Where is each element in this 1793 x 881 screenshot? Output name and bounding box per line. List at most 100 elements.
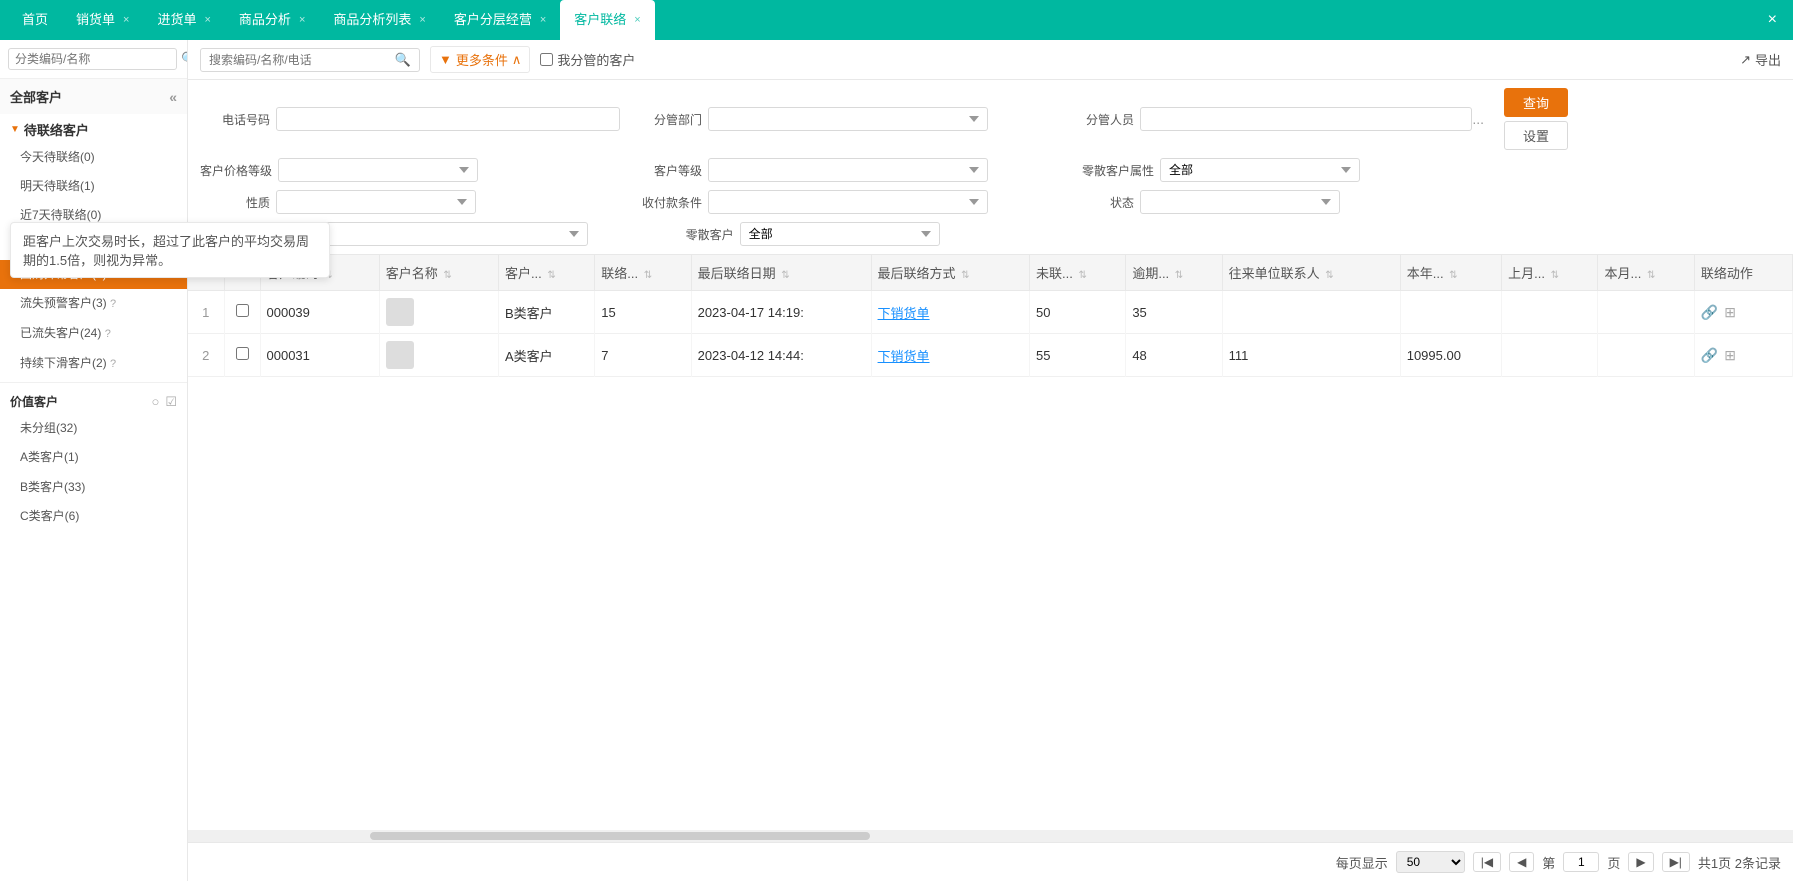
gender-label: 性质 xyxy=(200,194,270,211)
sidebar-search-icon[interactable]: 🔍 xyxy=(181,51,188,67)
window-close-button[interactable]: × xyxy=(1760,11,1785,29)
manager-more-icon[interactable]: ... xyxy=(1472,111,1484,127)
retail-customer-select[interactable]: 全部 xyxy=(740,222,940,246)
page-number-input[interactable] xyxy=(1563,852,1599,872)
td-customer-type: B类客户 xyxy=(498,291,594,334)
filter-icon: ▼ xyxy=(439,52,452,67)
churned-info-icon: ? xyxy=(105,328,111,340)
nav-customer-segment-close[interactable]: × xyxy=(540,0,546,40)
sidebar-item-today[interactable]: 今天待联络(0) xyxy=(0,143,187,172)
retail-attr-select[interactable]: 全部 xyxy=(1160,158,1360,182)
td-last-contact-date: 2023-04-12 14:44: xyxy=(691,334,871,377)
gender-select[interactable] xyxy=(276,190,476,214)
prev-page-btn[interactable]: ◀ xyxy=(1509,852,1534,872)
retail-customer-label: 零散客户 xyxy=(664,226,734,243)
td-contacts xyxy=(1222,291,1400,334)
td-checkbox[interactable] xyxy=(224,334,260,377)
td-checkbox[interactable] xyxy=(224,291,260,334)
settings-button[interactable]: 设置 xyxy=(1504,121,1568,150)
sidebar-item-tomorrow[interactable]: 明天待联络(1) xyxy=(0,172,187,201)
search-input[interactable] xyxy=(209,53,395,67)
payment-label: 收付款条件 xyxy=(632,194,702,211)
table-header-row: ⚙ 客户编码 ⇅ 客户名称 ⇅ 客户... ⇅ 联络... ⇅ 最后联络日期 ⇅… xyxy=(188,255,1793,291)
sidebar-item-a-class[interactable]: A类客户(1) xyxy=(0,443,187,472)
payment-select[interactable] xyxy=(708,190,988,214)
sidebar-search-input[interactable] xyxy=(8,48,177,70)
customer-level-select[interactable] xyxy=(708,158,988,182)
th-last-contact-date: 最后联络日期 ⇅ xyxy=(691,255,871,291)
nav-sales-close[interactable]: × xyxy=(123,0,129,40)
action-link-icon[interactable]: 🔗 xyxy=(1701,304,1718,321)
pending-contact-group: ▼ 待联络客户 xyxy=(0,114,187,143)
th-actions: 联络动作 xyxy=(1694,255,1792,291)
data-table-area: ⚙ 客户编码 ⇅ 客户名称 ⇅ 客户... ⇅ 联络... ⇅ 最后联络日期 ⇅… xyxy=(188,255,1793,830)
nav-product-analysis[interactable]: 商品分析 × xyxy=(225,0,319,40)
all-customers-header[interactable]: 全部客户 « xyxy=(0,79,187,114)
sidebar-collapse-icon[interactable]: « xyxy=(169,89,177,105)
td-current-year: 10995.00 xyxy=(1400,334,1501,377)
more-conditions-btn[interactable]: ▼ 更多条件 ∧ xyxy=(430,46,530,73)
per-page-select[interactable]: 50 100 200 xyxy=(1396,851,1465,873)
nav-product-analysis-close[interactable]: × xyxy=(299,0,305,40)
sidebar-item-churn-warning[interactable]: 流失预警客户(3) ? xyxy=(0,289,187,319)
page-label-prefix: 第 xyxy=(1542,853,1555,872)
nav-product-list[interactable]: 商品分析列表 × xyxy=(319,0,439,40)
dept-select[interactable] xyxy=(708,107,988,131)
sidebar: 🔍 全部客户 « ▼ 待联络客户 今天待联络(0) 明天待联络(1) 近7天待联… xyxy=(0,40,188,881)
action-grid-icon[interactable]: ⊞ xyxy=(1724,347,1736,364)
th-overdue: 逾期... ⇅ xyxy=(1126,255,1222,291)
td-name xyxy=(379,291,498,334)
table-row: 2 000031 A类客户 7 2023-04-12 14:44: 下销货单 5… xyxy=(188,334,1793,377)
sidebar-item-b-class[interactable]: B类客户(33) xyxy=(0,473,187,502)
action-link-icon[interactable]: 🔗 xyxy=(1701,347,1718,364)
action-grid-icon[interactable]: ⊞ xyxy=(1724,304,1736,321)
td-seq: 1 xyxy=(188,291,224,334)
td-last-contact-date: 2023-04-17 14:19: xyxy=(691,291,871,334)
status-select[interactable] xyxy=(1140,190,1340,214)
price-level-select[interactable] xyxy=(278,158,478,182)
first-page-btn[interactable]: |◀ xyxy=(1473,852,1501,872)
th-contact-count: 联络... ⇅ xyxy=(595,255,691,291)
filter-bar: 🔍 ▼ 更多条件 ∧ 我分管的客户 ↗ 导出 xyxy=(188,40,1793,80)
more-conditions-label: 更多条件 xyxy=(456,50,508,69)
manager-input[interactable] xyxy=(1140,107,1472,131)
gender-field: 性质 xyxy=(200,190,620,214)
nav-purchase[interactable]: 进货单 × xyxy=(143,0,224,40)
td-last-contact-method[interactable]: 下销货单 xyxy=(871,291,1029,334)
last-page-btn[interactable]: ▶| xyxy=(1662,852,1690,872)
sidebar-item-churned[interactable]: 已流失客户(24) ? xyxy=(0,319,187,349)
td-un-contact: 55 xyxy=(1030,334,1126,377)
search-input-wrapper: 🔍 xyxy=(200,48,420,72)
next-page-btn[interactable]: ▶ xyxy=(1628,852,1653,872)
search-icon[interactable]: 🔍 xyxy=(395,52,411,68)
nav-customer-contact[interactable]: 客户联络 × xyxy=(560,0,654,40)
customer-table: ⚙ 客户编码 ⇅ 客户名称 ⇅ 客户... ⇅ 联络... ⇅ 最后联络日期 ⇅… xyxy=(188,255,1793,377)
nav-sales[interactable]: 销货单 × xyxy=(62,0,143,40)
customer-type-select[interactable] xyxy=(308,222,588,246)
my-customers-checkbox[interactable] xyxy=(540,53,553,66)
nav-customer-segment[interactable]: 客户分层经营 × xyxy=(440,0,560,40)
td-code: 000031 xyxy=(260,334,379,377)
sidebar-item-ungroup[interactable]: 未分组(32) xyxy=(0,414,187,443)
content-area: 🔍 ▼ 更多条件 ∧ 我分管的客户 ↗ 导出 电话号码 xyxy=(188,40,1793,881)
horizontal-scrollbar[interactable] xyxy=(188,830,1793,842)
query-button[interactable]: 查询 xyxy=(1504,88,1568,117)
value-customer-icon1[interactable]: ○ xyxy=(151,394,159,410)
churn-warning-info-icon: ? xyxy=(110,298,116,310)
td-last-contact-method[interactable]: 下销货单 xyxy=(871,334,1029,377)
nav-purchase-close[interactable]: × xyxy=(204,0,210,40)
scroll-thumb[interactable] xyxy=(370,832,870,840)
export-button[interactable]: ↗ 导出 xyxy=(1740,50,1781,69)
value-customer-icon2[interactable]: ☑ xyxy=(165,394,177,410)
sidebar-item-declining[interactable]: 持续下滑客户(2) ? xyxy=(0,349,187,379)
phone-input[interactable] xyxy=(276,107,620,131)
nav-customer-contact-close[interactable]: × xyxy=(634,0,640,40)
td-current-month xyxy=(1598,291,1694,334)
nav-product-list-close[interactable]: × xyxy=(419,0,425,40)
value-customer-label: 价值客户 xyxy=(10,393,58,410)
nav-home[interactable]: 首页 xyxy=(8,0,62,40)
my-customers-checkbox-wrapper[interactable]: 我分管的客户 xyxy=(540,50,635,69)
tooltip-text: 距客户上次交易时长，超过了此客户的平均交易周期的1.5倍，则视为异常。 xyxy=(23,234,309,268)
th-un-contact: 未联... ⇅ xyxy=(1030,255,1126,291)
sidebar-item-c-class[interactable]: C类客户(6) xyxy=(0,502,187,531)
